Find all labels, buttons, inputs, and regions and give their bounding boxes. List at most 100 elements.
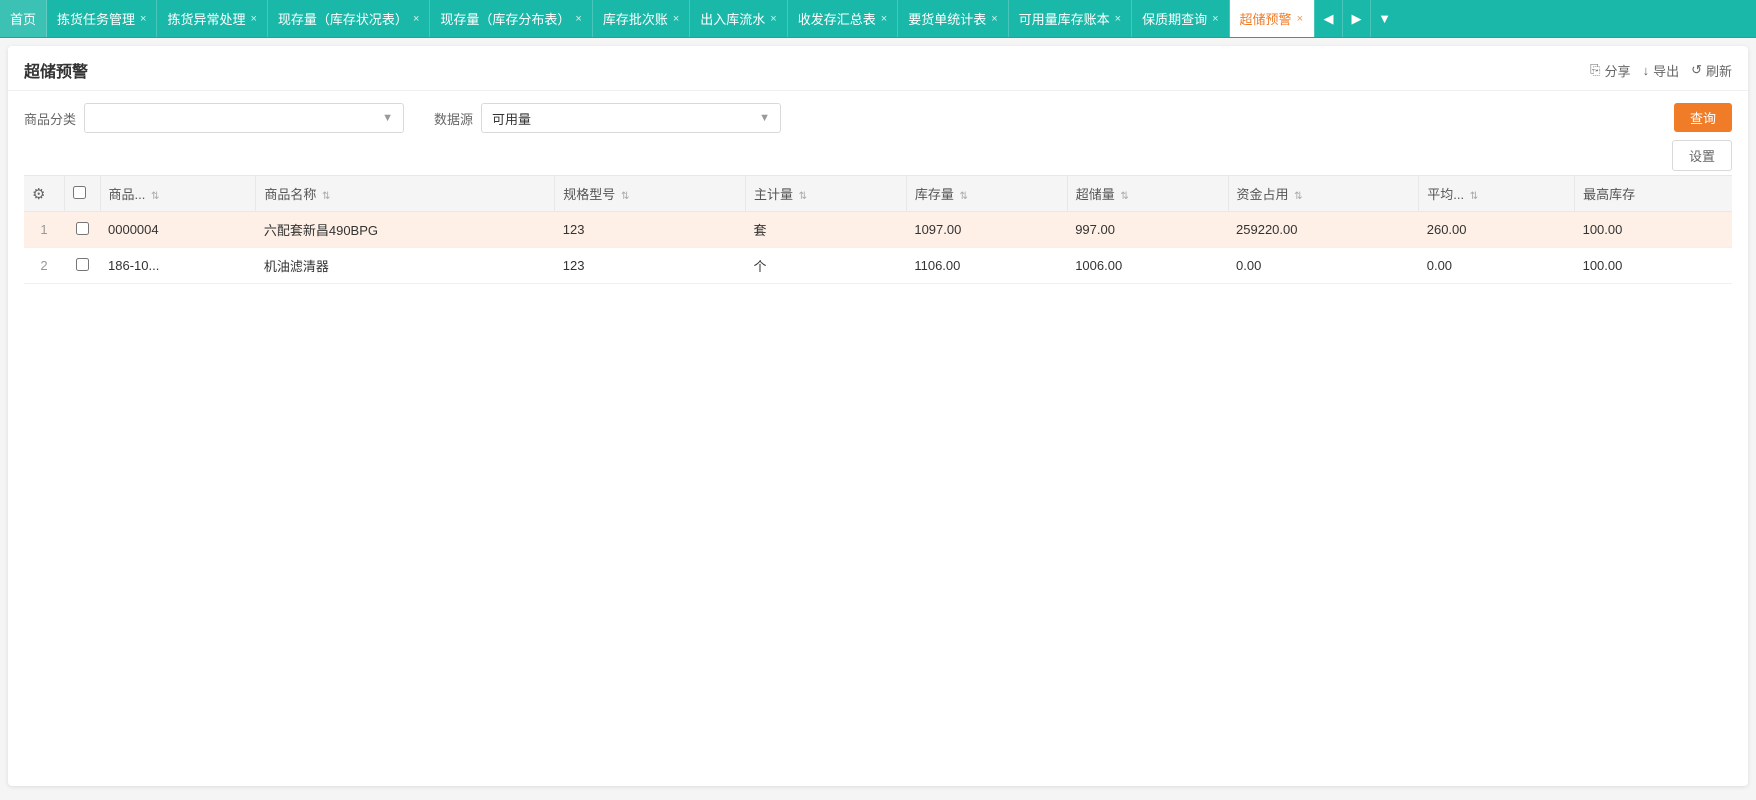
capital-usage: 259220.00 xyxy=(1228,212,1419,248)
page-header: 超储预警 ⎘ 分享 ↓ 导出 ↺ 刷新 xyxy=(8,46,1748,91)
col-product-code[interactable]: 商品... ⇅ xyxy=(100,176,256,212)
share-icon: ⎘ xyxy=(1590,62,1600,78)
col-spec[interactable]: 规格型号 ⇅ xyxy=(555,176,746,212)
nav-exception[interactable]: 拣货异常处理 × xyxy=(157,0,267,37)
datasource-label: 数据源 xyxy=(434,109,473,128)
data-table: ⚙ 商品... ⇅ 商品名称 ⇅ 规格型号 ⇅ xyxy=(24,175,1732,284)
sort-icon: ⇅ xyxy=(322,191,330,202)
nav-home[interactable]: 首页 xyxy=(0,0,47,37)
close-icon[interactable]: × xyxy=(250,13,256,25)
close-icon[interactable]: × xyxy=(881,13,887,25)
datasource-filter: 数据源 可用量 ▼ xyxy=(434,103,781,133)
close-icon[interactable]: × xyxy=(770,13,776,25)
page-wrapper: 超储预警 ⎘ 分享 ↓ 导出 ↺ 刷新 商品分类 ▼ 数据源 xyxy=(8,46,1748,786)
close-icon[interactable]: × xyxy=(575,13,581,25)
nav-inout-flow[interactable]: 出入库流水 × xyxy=(690,0,787,37)
max-stock: 100.00 xyxy=(1575,248,1732,284)
col-avg[interactable]: 平均... ⇅ xyxy=(1419,176,1575,212)
avg-price: 260.00 xyxy=(1419,212,1575,248)
col-label: 最高库存 xyxy=(1583,187,1635,202)
sort-icon: ⇅ xyxy=(621,191,629,202)
nav-avail-stock[interactable]: 可用量库存账本 × xyxy=(1009,0,1132,37)
close-icon[interactable]: × xyxy=(1115,13,1121,25)
filter-buttons: 查询 设置 xyxy=(1672,103,1732,171)
page-title: 超储预警 xyxy=(24,58,88,82)
chevron-down-icon: ▼ xyxy=(382,112,393,124)
sort-icon: ⇅ xyxy=(1120,191,1128,202)
col-label: 规格型号 xyxy=(563,187,615,202)
col-stock[interactable]: 库存量 ⇅ xyxy=(906,176,1067,212)
col-label: 主计量 xyxy=(754,187,793,202)
over-stock-qty: 997.00 xyxy=(1067,212,1228,248)
col-product-name[interactable]: 商品名称 ⇅ xyxy=(256,176,555,212)
close-icon[interactable]: × xyxy=(673,13,679,25)
sort-icon: ⇅ xyxy=(151,191,159,202)
category-filter: 商品分类 ▼ xyxy=(24,103,404,133)
close-icon[interactable]: × xyxy=(413,13,419,25)
nav-stock-status[interactable]: 现存量（库存状况表） × xyxy=(268,0,430,37)
nav-more-arrow[interactable]: ▼ xyxy=(1370,0,1398,37)
chevron-down-icon: ▼ xyxy=(759,112,770,124)
nav-quality[interactable]: 保质期查询 × xyxy=(1132,0,1229,37)
category-label: 商品分类 xyxy=(24,109,76,128)
row-number: 2 xyxy=(24,248,64,284)
gear-header[interactable]: ⚙ xyxy=(24,176,64,212)
table-header-row: ⚙ 商品... ⇅ 商品名称 ⇅ 规格型号 ⇅ xyxy=(24,176,1732,212)
nav-right-arrow[interactable]: ▶ xyxy=(1342,0,1370,37)
settings-button[interactable]: 设置 xyxy=(1672,140,1732,171)
sort-icon: ⇅ xyxy=(799,191,807,202)
col-label: 库存量 xyxy=(915,187,954,202)
refresh-button[interactable]: ↺ 刷新 xyxy=(1691,61,1732,80)
col-over-stock[interactable]: 超储量 ⇅ xyxy=(1067,176,1228,212)
nav-batch[interactable]: 库存批次账 × xyxy=(593,0,690,37)
category-select[interactable]: ▼ xyxy=(84,103,404,133)
product-code: 186-10... xyxy=(100,248,256,284)
avg-price: 0.00 xyxy=(1419,248,1575,284)
stock-qty: 1097.00 xyxy=(906,212,1067,248)
close-icon[interactable]: × xyxy=(991,13,997,25)
filter-row: 商品分类 ▼ 数据源 可用量 ▼ 查询 设置 xyxy=(8,91,1748,175)
max-stock: 100.00 xyxy=(1575,212,1732,248)
close-icon[interactable]: × xyxy=(1212,13,1218,25)
checkbox-header[interactable] xyxy=(64,176,100,212)
row-checkbox[interactable] xyxy=(76,222,89,235)
product-spec: 123 xyxy=(555,212,746,248)
table-wrapper: ⚙ 商品... ⇅ 商品名称 ⇅ 规格型号 ⇅ xyxy=(8,175,1748,300)
capital-usage: 0.00 xyxy=(1228,248,1419,284)
row-checkbox-cell[interactable] xyxy=(64,248,100,284)
refresh-icon: ↺ xyxy=(1691,62,1702,78)
share-button[interactable]: ⎘ 分享 xyxy=(1590,61,1630,80)
col-capital[interactable]: 资金占用 ⇅ xyxy=(1228,176,1419,212)
sort-icon: ⇅ xyxy=(1470,191,1478,202)
close-icon[interactable]: × xyxy=(1297,13,1303,25)
export-button[interactable]: ↓ 导出 xyxy=(1643,61,1680,80)
col-max-stock: 最高库存 xyxy=(1575,176,1732,212)
datasource-value: 可用量 xyxy=(492,109,531,128)
table-row: 1 0000004 六配套新昌490BPG 123 套 1097.00 997.… xyxy=(24,212,1732,248)
row-checkbox[interactable] xyxy=(76,258,89,271)
col-unit[interactable]: 主计量 ⇅ xyxy=(746,176,907,212)
nav-summary[interactable]: 收发存汇总表 × xyxy=(788,0,898,37)
table-row: 2 186-10... 机油滤清器 123 个 1106.00 1006.00 … xyxy=(24,248,1732,284)
nav-stock-dist[interactable]: 现存量（库存分布表） × xyxy=(430,0,592,37)
nav-task-mgmt[interactable]: 拣货任务管理 × xyxy=(47,0,157,37)
stock-qty: 1106.00 xyxy=(906,248,1067,284)
nav-bar: 首页 拣货任务管理 × 拣货异常处理 × 现存量（库存状况表） × 现存量（库存… xyxy=(0,0,1756,38)
product-name: 六配套新昌490BPG xyxy=(256,212,555,248)
gear-icon[interactable]: ⚙ xyxy=(32,186,45,203)
col-label: 商品名称 xyxy=(264,187,316,202)
sort-icon: ⇅ xyxy=(959,191,967,202)
nav-over-stock[interactable]: 超储预警 × xyxy=(1230,0,1314,37)
col-label: 超储量 xyxy=(1076,187,1115,202)
row-checkbox-cell[interactable] xyxy=(64,212,100,248)
datasource-select[interactable]: 可用量 ▼ xyxy=(481,103,781,133)
close-icon[interactable]: × xyxy=(140,13,146,25)
nav-order-stat[interactable]: 要货单统计表 × xyxy=(898,0,1008,37)
nav-left-arrow[interactable]: ◀ xyxy=(1314,0,1342,37)
product-name: 机油滤清器 xyxy=(256,248,555,284)
query-button[interactable]: 查询 xyxy=(1674,103,1732,132)
row-number: 1 xyxy=(24,212,64,248)
product-spec: 123 xyxy=(555,248,746,284)
select-all-checkbox[interactable] xyxy=(73,186,86,199)
product-unit: 个 xyxy=(746,248,907,284)
